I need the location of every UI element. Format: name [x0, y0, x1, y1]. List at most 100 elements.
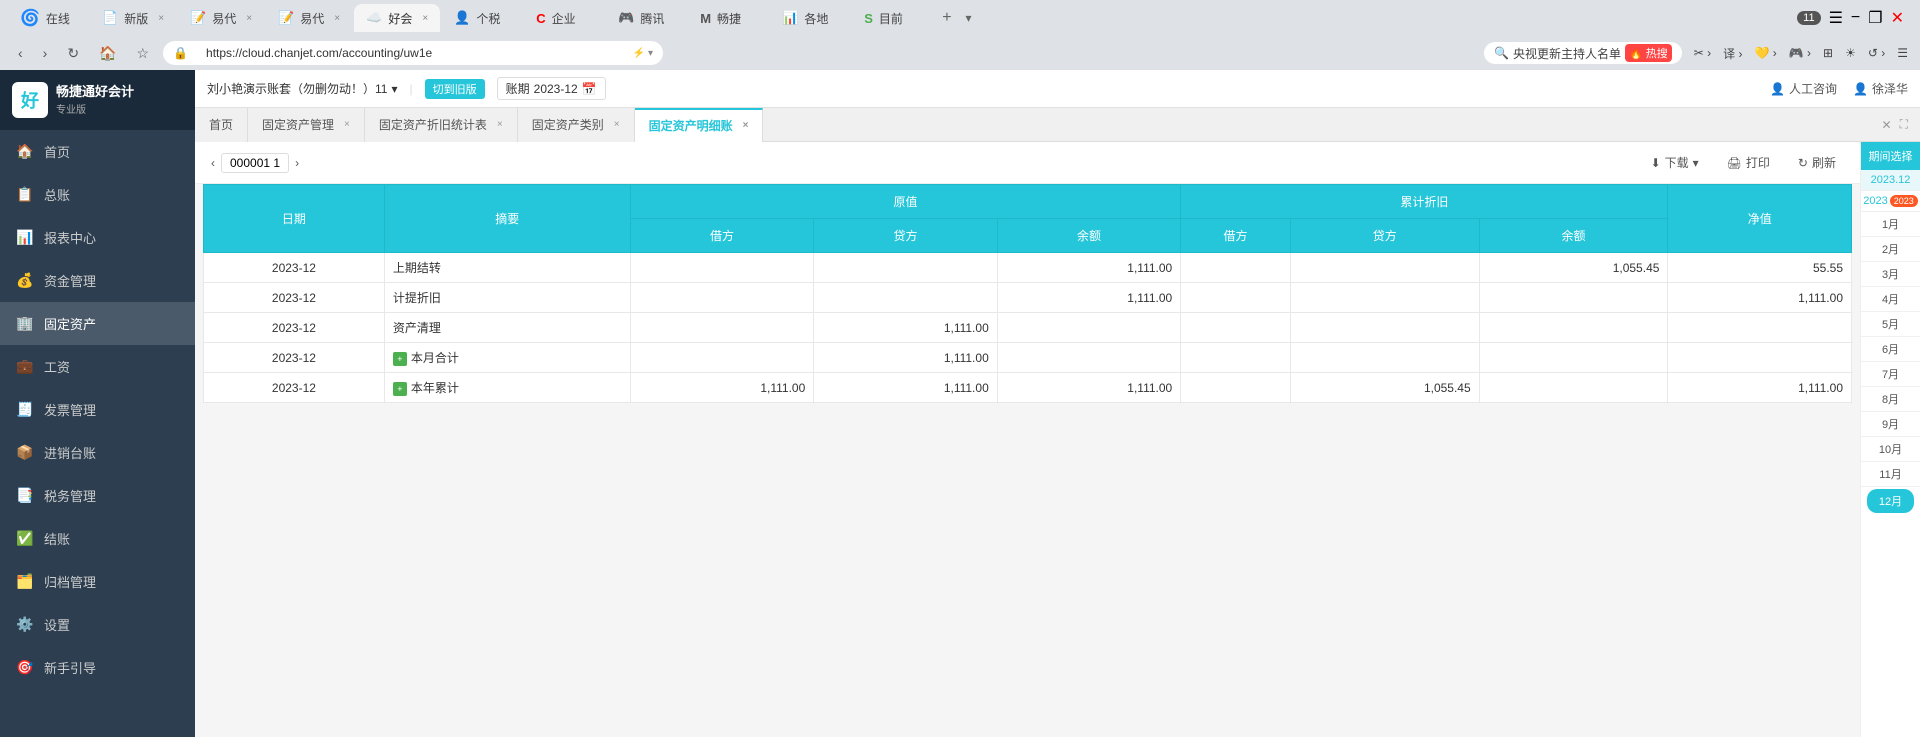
browser-tab-changjie[interactable]: M 畅捷 [688, 4, 768, 32]
cell-summary: 资产清理 [384, 313, 630, 343]
tab-asset-detail-label: 固定资产明细账 [649, 117, 733, 134]
minimize-panel-icon[interactable]: ✕ [1882, 118, 1892, 132]
new-tab-button[interactable]: + [934, 9, 959, 27]
sidebar-item-invoice[interactable]: 🧾 发票管理 [0, 388, 195, 431]
refresh-button[interactable]: ↻ 刷新 [1790, 150, 1844, 175]
sidebar-item-fixed-assets[interactable]: 🏢 固定资产 [0, 302, 195, 345]
sidebar-item-funds[interactable]: 💰 资金管理 [0, 259, 195, 302]
browser-tab-qiye[interactable]: C 企业 [524, 4, 604, 32]
translate-tool[interactable]: 译 › [1723, 45, 1742, 62]
period-month-12[interactable]: 12月 [1867, 489, 1914, 513]
sidebar-item-settings[interactable]: ⚙️ 设置 [0, 603, 195, 646]
top-bar: 刘小艳演示账套（勿删勿动！）11 ▾ | 切到旧版 账期 2023-12 📅 👤… [195, 70, 1920, 108]
browser-tab-gedi[interactable]: 📊 各地 [770, 4, 850, 32]
expand-panel-icon[interactable]: ⛶ [1900, 117, 1908, 132]
user-profile-button[interactable]: 👤 徐泽华 [1853, 80, 1908, 97]
browser-tab-yidai1[interactable]: 📝 易代 × [178, 4, 264, 32]
tab-fixed-assets-management[interactable]: 固定资产管理 × [248, 108, 365, 142]
tab-depreciation-stats-label: 固定资产折旧统计表 [379, 116, 487, 133]
tab-close-icon[interactable]: × [614, 119, 620, 130]
ssl-lock-icon: 🔒 [173, 46, 188, 60]
browser-close-icon[interactable]: ✕ [1891, 8, 1904, 28]
tab-close-icon[interactable]: × [422, 13, 428, 24]
main-panel: ‹ 000001 1 › ⬇ 下载 ▾ [195, 142, 1860, 737]
switch-version-btn[interactable]: 切到旧版 [425, 79, 485, 99]
print-button[interactable]: 🖨 打印 [1719, 150, 1778, 175]
tab-asset-detail[interactable]: 固定资产明细账 × [635, 108, 764, 142]
browser-tab-geshui[interactable]: 👤 个税 [442, 4, 522, 32]
ledger-toolbar: ‹ 000001 1 › ⬇ 下载 ▾ [195, 142, 1860, 184]
next-page-button[interactable]: › [295, 156, 299, 170]
browser-minimize-icon[interactable]: − [1851, 9, 1860, 27]
browser-tab-tengxun[interactable]: 🎮 腾讯 [606, 4, 686, 32]
sidebar-item-guide[interactable]: 🎯 新手引导 [0, 646, 195, 689]
tab-close-icon[interactable]: × [344, 119, 350, 130]
browser-tab-yidai2[interactable]: 📝 易代 × [266, 4, 352, 32]
period-month-10[interactable]: 10月 [1861, 437, 1920, 462]
url-input[interactable] [194, 41, 627, 65]
period-month-3[interactable]: 3月 [1861, 262, 1920, 287]
service-button[interactable]: 👤 人工咨询 [1770, 80, 1837, 97]
game-tool[interactable]: 🎮 › [1789, 46, 1811, 60]
address-tools-icon[interactable]: ⚡ ▾ [633, 48, 653, 59]
prev-page-button[interactable]: ‹ [211, 156, 215, 170]
browser-tab-new[interactable]: 📄 新版 × [90, 4, 176, 32]
period-month-1[interactable]: 1月 [1861, 212, 1920, 237]
sidebar-item-reports[interactable]: 📊 报表中心 [0, 216, 195, 259]
sidebar-item-salary[interactable]: 💼 工资 [0, 345, 195, 388]
sidebar-item-closing[interactable]: ✅ 结账 [0, 517, 195, 560]
history-tool[interactable]: ↺ › [1868, 46, 1885, 60]
download-icon: ⬇ [1651, 156, 1661, 170]
period-year-2023-first[interactable]: 2023.12 [1861, 170, 1920, 191]
browser-tab-muqian[interactable]: S 目前 [852, 4, 932, 32]
browser-restore-icon[interactable]: ❐ [1868, 8, 1882, 28]
tab-manage-icon[interactable]: ▾ [966, 11, 972, 25]
theme-tool[interactable]: ☀ [1845, 46, 1856, 60]
grid-tool[interactable]: ⊞ [1823, 46, 1833, 60]
browser-tab-online[interactable]: 🌀 在线 [8, 4, 88, 32]
period-month-6[interactable]: 6月 [1861, 337, 1920, 362]
period-month-7[interactable]: 7月 [1861, 362, 1920, 387]
browser-back-button[interactable]: ‹ [12, 43, 29, 63]
cell-original-debit [630, 343, 813, 373]
browser-home-button[interactable]: 🏠 [93, 43, 122, 64]
browser-refresh-button[interactable]: ↻ [61, 43, 85, 64]
period-month-2[interactable]: 2月 [1861, 237, 1920, 262]
period-selector[interactable]: 账期 2023-12 📅 [497, 77, 606, 100]
company-name: 刘小艳演示账套（勿删勿动！）11 [207, 80, 387, 97]
company-selector[interactable]: 刘小艳演示账套（勿删勿动！）11 ▾ [207, 80, 398, 97]
cell-net-value [1668, 313, 1852, 343]
sidebar-item-general-ledger[interactable]: 📋 总账 [0, 173, 195, 216]
period-month-9[interactable]: 9月 [1861, 412, 1920, 437]
tab-close-icon[interactable]: × [246, 13, 252, 24]
page-index: 1 [273, 156, 280, 170]
tax-icon: 📑 [16, 487, 34, 504]
browser-tab-haohui[interactable]: ☁️ 好会 × [354, 4, 440, 32]
cell-accum-debit [1181, 283, 1291, 313]
sidebar-item-tax[interactable]: 📑 税务管理 [0, 474, 195, 517]
tab-close-icon[interactable]: × [334, 13, 340, 24]
sidebar-item-archive[interactable]: 🗂️ 归档管理 [0, 560, 195, 603]
tab-asset-category[interactable]: 固定资产类别 × [518, 108, 635, 142]
period-year-label[interactable]: 20232023 [1861, 191, 1920, 212]
switch-old-version-button[interactable]: 切到旧版 [425, 79, 485, 99]
download-button[interactable]: ⬇ 下载 ▾ [1643, 150, 1707, 175]
period-month-5[interactable]: 5月 [1861, 312, 1920, 337]
period-month-11[interactable]: 11月 [1861, 462, 1920, 487]
scissors-tool[interactable]: ✂ › [1694, 46, 1711, 60]
tab-close-icon[interactable]: × [497, 119, 503, 130]
sidebar-item-inventory[interactable]: 📦 进销台账 [0, 431, 195, 474]
period-month-4[interactable]: 4月 [1861, 287, 1920, 312]
browser-bookmark-button[interactable]: ☆ [131, 43, 156, 64]
browser-forward-button[interactable]: › [37, 43, 54, 63]
tab-close-icon[interactable]: × [158, 13, 164, 24]
cell-original-debit [630, 253, 813, 283]
sidebar-item-home[interactable]: 🏠 首页 [0, 130, 195, 173]
tab-close-icon[interactable]: × [743, 120, 749, 131]
period-month-8[interactable]: 8月 [1861, 387, 1920, 412]
menu-tool[interactable]: ☰ [1897, 46, 1908, 60]
wallet-tool[interactable]: 💛 › [1754, 46, 1776, 60]
tab-home[interactable]: 首页 [195, 108, 248, 142]
browser-sidebar-icon[interactable]: ☰ [1829, 8, 1843, 28]
tab-depreciation-stats[interactable]: 固定资产折旧统计表 × [365, 108, 518, 142]
